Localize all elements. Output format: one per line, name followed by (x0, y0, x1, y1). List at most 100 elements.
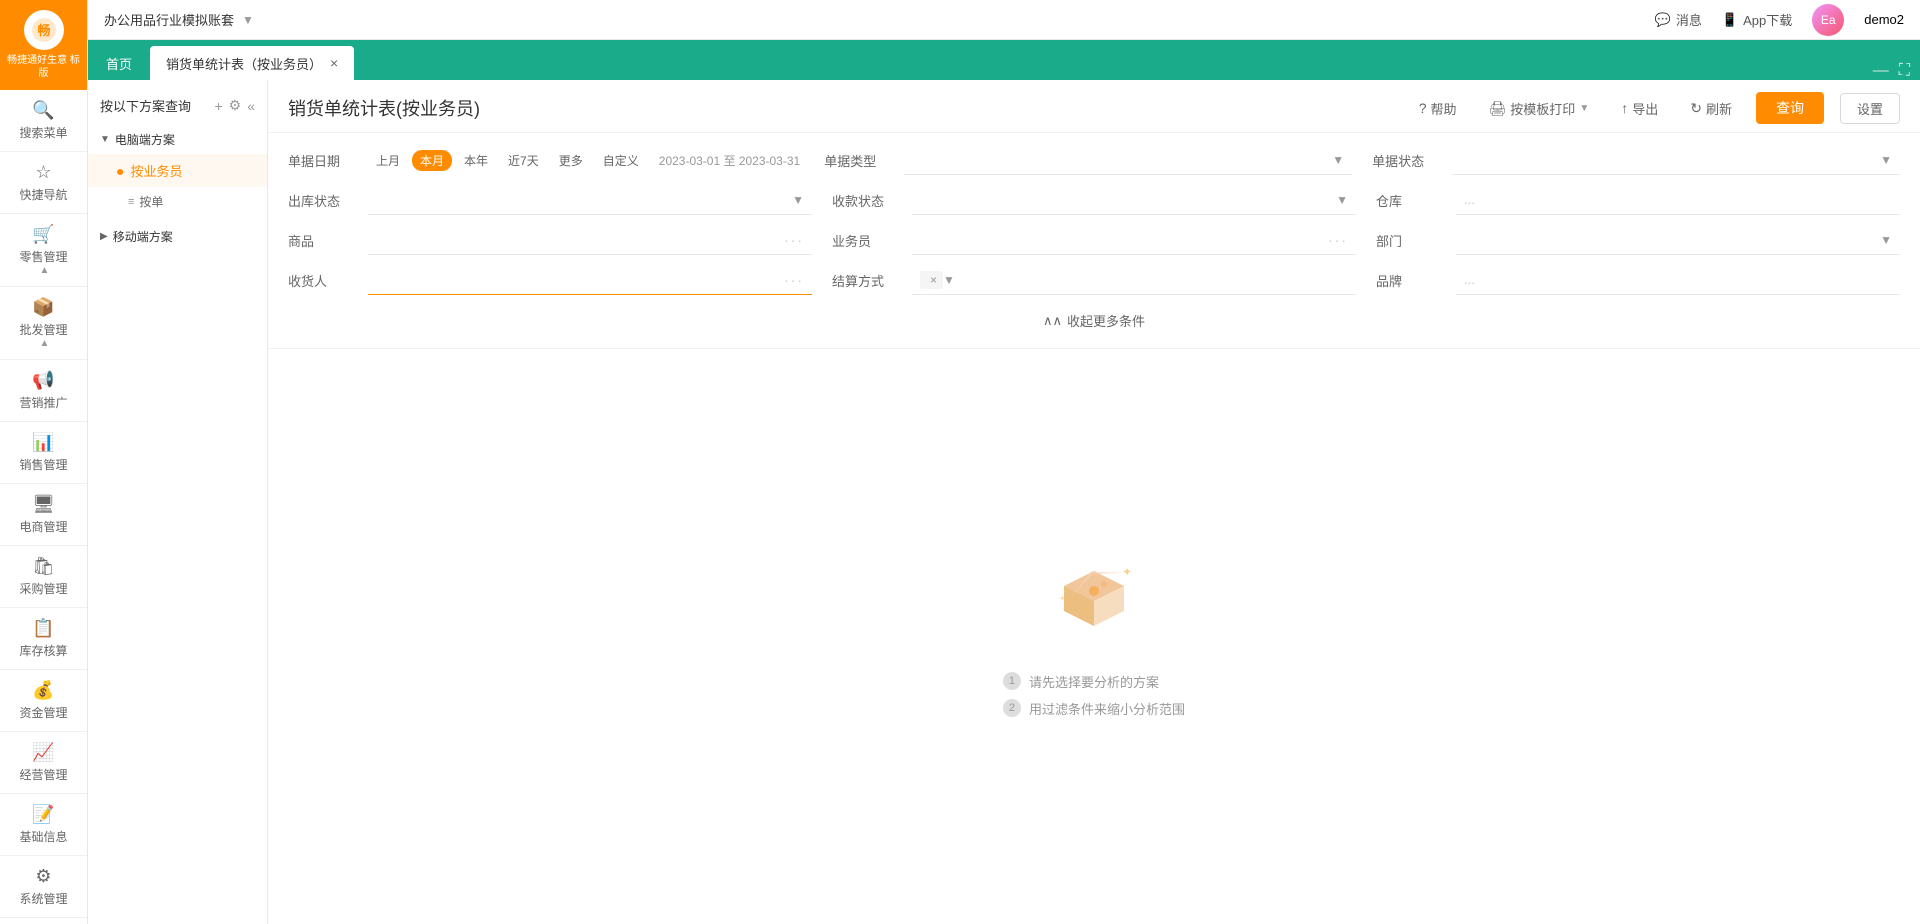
print-icon: 🖨 (1489, 100, 1507, 117)
goods-dots-icon[interactable]: ··· (784, 232, 804, 248)
doc-status-arrow-icon: ▼ (1880, 153, 1892, 167)
export-button[interactable]: ↑ 导出 (1613, 95, 1666, 122)
empty-tips: 1 请先选择要分析的方案 2 用过滤条件来缩小分析范围 (1003, 672, 1185, 718)
export-label: 导出 (1632, 99, 1658, 118)
salesperson-dots-icon[interactable]: ··· (1328, 232, 1348, 248)
doc-type-select[interactable]: ▼ (904, 145, 1352, 175)
tab-report[interactable]: 销货单统计表（按业务员） × (150, 46, 354, 80)
tree-item-by-salesperson[interactable]: ● 按业务员 (88, 154, 267, 187)
tree-item-by-order-label: 按单 (139, 193, 163, 210)
date-btn-last-month[interactable]: 上月 (368, 150, 408, 171)
message-button[interactable]: 💬 消息 (1655, 10, 1702, 29)
settle-method-arrow-icon: ▼ (943, 273, 955, 287)
mobile-section-label: 移动端方案 (113, 228, 173, 245)
date-shortcuts: 上月 本月 本年 近7天 更多 自定义 (368, 150, 647, 171)
query-button[interactable]: 查询 (1756, 92, 1824, 124)
basic-icon: 📝 (32, 804, 54, 825)
tab-home[interactable]: 首页 (90, 46, 148, 80)
maximize-button[interactable]: ⛶ (1899, 62, 1910, 80)
date-btn-custom[interactable]: 自定义 (595, 150, 647, 171)
left-panel-actions: + ⚙ « (214, 97, 255, 114)
tab-bar: 首页 销货单统计表（按业务员） × — ⛶ (88, 40, 1920, 80)
top-header-actions: 💬 消息 📱 App下载 Ea demo2 (1655, 4, 1904, 36)
warehouse-field[interactable]: ... (1456, 185, 1900, 215)
finance-icon: 💰 (32, 680, 54, 701)
filter-row-4: 收货人 ··· 结算方式 × ▼ 品牌 (288, 265, 1900, 295)
avatar-text: Ea (1821, 13, 1836, 27)
settings-scheme-button[interactable]: ⚙ (229, 97, 242, 114)
warehouse-placeholder: ... (1464, 192, 1892, 207)
doc-status-select[interactable]: ▼ (1452, 145, 1900, 175)
sidebar-item-marketing-label: 营销推广 (19, 394, 67, 411)
content-area: 按以下方案查询 + ⚙ « ▼ 电脑端方案 ● 按业务员 ≡ 按 (88, 80, 1920, 924)
sidebar-item-system[interactable]: ⚙ 系统管理 (0, 856, 87, 918)
collapse-more-button[interactable]: ∧∧ 收起更多条件 (288, 305, 1900, 336)
date-btn-last-7-days[interactable]: 近7天 (500, 150, 547, 171)
sidebar-item-retail[interactable]: 🛒 零售管理 ▲ (0, 214, 87, 287)
sidebar-item-marketing[interactable]: 📢 营销推广 (0, 360, 87, 422)
sidebar-item-sales-label: 销售管理 (19, 456, 67, 473)
refresh-button[interactable]: ↻ 刷新 (1682, 95, 1740, 122)
sidebar-item-retail-label: 零售管理 (19, 248, 67, 265)
sidebar-item-basic[interactable]: 📝 基础信息 (0, 794, 87, 856)
sidebar-item-quick-nav[interactable]: ☆ 快捷导航 (0, 152, 87, 214)
sidebar-item-ecommerce-label: 电商管理 (19, 518, 67, 535)
settle-method-select[interactable]: × ▼ (912, 265, 1356, 295)
sidebar-item-search[interactable]: 🔍 搜索菜单 (0, 90, 87, 152)
minimize-button[interactable]: — (1873, 62, 1889, 80)
empty-tip-2: 2 用过滤条件来缩小分析范围 (1003, 699, 1185, 718)
sidebar-item-finance-label: 资金管理 (19, 704, 67, 721)
consignee-dots-icon[interactable]: ··· (784, 272, 804, 288)
sidebar-item-operation[interactable]: 📈 经营管理 (0, 732, 87, 794)
operation-icon: 📈 (32, 742, 54, 763)
date-btn-more[interactable]: 更多 (551, 150, 591, 171)
mobile-section-header[interactable]: ▶ 移动端方案 (88, 222, 267, 251)
consignee-field[interactable]: ··· (368, 265, 812, 295)
tree-item-by-order[interactable]: ≡ 按单 (88, 187, 267, 216)
marketing-icon: 📢 (32, 370, 54, 391)
sidebar-item-wholesale[interactable]: 📦 批发管理 ▲ (0, 287, 87, 360)
download-icon: 📱 (1722, 12, 1738, 28)
out-status-select[interactable]: ▼ (368, 185, 812, 215)
sidebar-item-purchase[interactable]: 🛍 采购管理 (0, 546, 87, 608)
goods-field[interactable]: ··· (368, 225, 812, 255)
collect-status-select[interactable]: ▼ (912, 185, 1356, 215)
star-icon: ☆ (35, 162, 51, 183)
breadcrumb-text: 办公用品行业模拟账套 (104, 10, 234, 29)
date-btn-this-month[interactable]: 本月 (412, 150, 452, 171)
avatar[interactable]: Ea (1812, 4, 1844, 36)
sidebar-item-ecommerce[interactable]: 🖥 电商管理 (0, 484, 87, 546)
brand-field[interactable]: ... (1456, 265, 1900, 295)
right-panel: 销货单统计表(按业务员) ? 帮助 🖨 按模板打印 ▼ ↑ 导出 (268, 80, 1920, 924)
collapse-panel-button[interactable]: « (247, 98, 255, 114)
sidebar-item-basic-label: 基础信息 (19, 828, 67, 845)
tip-num-1: 1 (1003, 672, 1021, 690)
tag-close-button[interactable]: × (930, 273, 937, 287)
help-button[interactable]: ? 帮助 (1411, 95, 1465, 122)
breadcrumb: 办公用品行业模拟账套 ▼ (104, 10, 254, 29)
sidebar-item-enterprise[interactable]: 🤝 企业协同 (0, 918, 87, 924)
salesperson-field[interactable]: ··· (912, 225, 1356, 255)
wholesale-icon: 📦 (32, 297, 54, 318)
sidebar: 畅 畅捷通好生意 标版 🔍 搜索菜单 ☆ 快捷导航 🛒 零售管理 ▲ 📦 批发管… (0, 0, 88, 924)
settle-method-tag: × (920, 271, 943, 289)
svg-text:畅: 畅 (37, 23, 50, 38)
print-button[interactable]: 🖨 按模板打印 ▼ (1481, 95, 1598, 122)
settings-button[interactable]: 设置 (1840, 93, 1900, 124)
app-logo[interactable]: 畅 畅捷通好生意 标版 (0, 0, 87, 90)
sidebar-item-inventory[interactable]: 📋 库存核算 (0, 608, 87, 670)
left-panel-header: 按以下方案查询 + ⚙ « (88, 90, 267, 121)
tab-close-button[interactable]: × (330, 56, 338, 70)
sidebar-item-finance[interactable]: 💰 资金管理 (0, 670, 87, 732)
app-download-button[interactable]: 📱 App下载 (1722, 10, 1792, 29)
sidebar-item-sales[interactable]: 📊 销售管理 (0, 422, 87, 484)
add-scheme-button[interactable]: + (214, 98, 222, 114)
date-btn-this-year[interactable]: 本年 (456, 150, 496, 171)
doc-type-label: 单据类型 (824, 151, 904, 170)
department-select[interactable]: ▼ (1456, 225, 1900, 255)
mobile-expand-icon: ▶ (100, 231, 108, 242)
top-header: 办公用品行业模拟账套 ▼ 💬 消息 📱 App下载 Ea demo2 (88, 0, 1920, 40)
desktop-section-header[interactable]: ▼ 电脑端方案 (88, 125, 267, 154)
breadcrumb-arrow[interactable]: ▼ (242, 13, 254, 27)
system-icon: ⚙ (35, 866, 51, 887)
